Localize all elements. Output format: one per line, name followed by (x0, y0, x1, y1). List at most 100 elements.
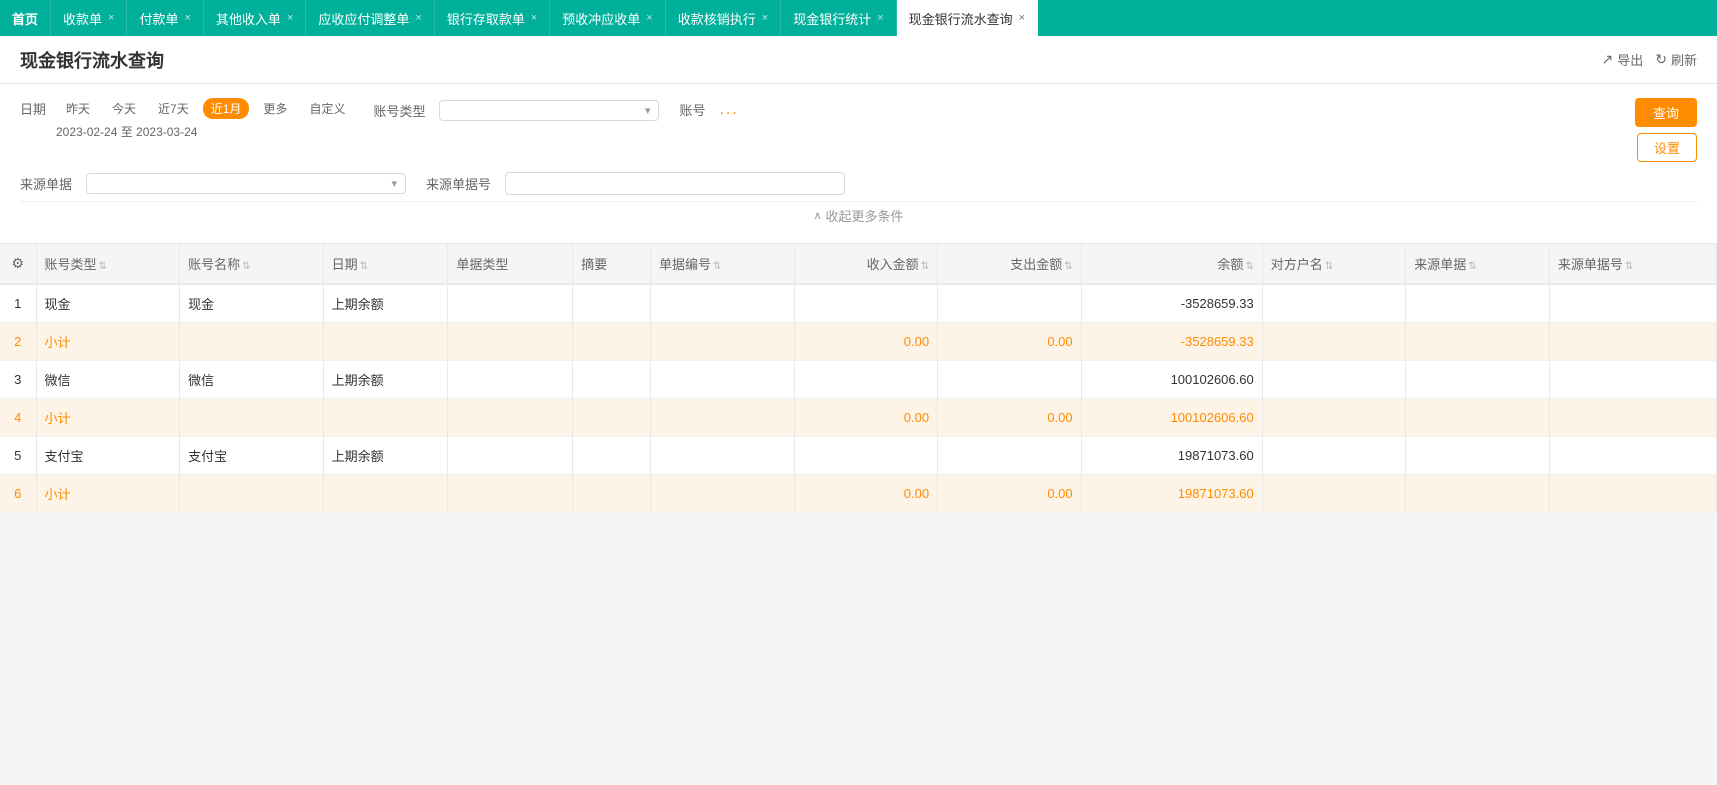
cell-doc-type (448, 399, 573, 437)
nav-tab-receipt[interactable]: 收款单 × (51, 0, 127, 36)
th-counterparty[interactable]: 对方户名⇅ (1262, 244, 1406, 284)
cell-source-doc-no (1549, 437, 1716, 475)
nav-label: 付款单 (139, 9, 178, 28)
cell-expense (938, 361, 1082, 399)
close-icon[interactable]: × (877, 12, 883, 24)
cell-summary (573, 361, 651, 399)
cell-source-doc (1406, 399, 1550, 437)
cell-balance: 19871073.60 (1081, 475, 1262, 513)
settings-button[interactable]: 设置 (1637, 133, 1697, 162)
cell-source-doc (1406, 361, 1550, 399)
nav-tab-bank-deposit[interactable]: 银行存取款单 × (435, 0, 550, 36)
nav-label: 银行存取款单 (447, 9, 525, 28)
cell-doc-no (650, 399, 794, 437)
th-balance[interactable]: 余额⇅ (1081, 244, 1262, 284)
date-opt-yesterday[interactable]: 昨天 (58, 98, 98, 119)
cell-account-type: 小计 (36, 399, 180, 437)
cell-source-doc-no (1549, 323, 1716, 361)
cell-expense: 0.00 (938, 475, 1082, 513)
close-icon[interactable]: × (762, 12, 768, 24)
cell-summary (573, 475, 651, 513)
th-account-name[interactable]: 账号名称⇅ (180, 244, 324, 284)
cell-account-type: 现金 (36, 284, 180, 323)
close-icon[interactable]: × (287, 12, 293, 24)
cell-source-doc (1406, 323, 1550, 361)
th-expense[interactable]: 支出金额⇅ (938, 244, 1082, 284)
th-settings: ⚙ (0, 244, 36, 284)
export-label: 导出 (1617, 50, 1643, 69)
date-opt-today[interactable]: 今天 (104, 98, 144, 119)
th-doc-type[interactable]: 单据类型 (448, 244, 573, 284)
close-icon[interactable]: × (108, 12, 114, 24)
row-number: 3 (0, 361, 36, 399)
close-icon[interactable]: × (415, 12, 421, 24)
cell-income (794, 284, 938, 323)
nav-label: 现金银行统计 (793, 9, 871, 28)
th-account-type[interactable]: 账号类型⇅ (36, 244, 180, 284)
data-table: ⚙ 账号类型⇅ 账号名称⇅ 日期⇅ 单据类型 摘要 单据编号⇅ (0, 244, 1717, 513)
page-title: 现金银行流水查询 (20, 47, 164, 73)
nav-tab-stats[interactable]: 现金银行统计 × (781, 0, 896, 36)
cell-account-name (180, 323, 324, 361)
nav-tab-other-income[interactable]: 其他收入单 × (204, 0, 306, 36)
close-icon[interactable]: × (646, 12, 652, 24)
nav-tab-payment[interactable]: 付款单 × (127, 0, 203, 36)
query-button[interactable]: 查询 (1635, 98, 1697, 127)
nav-tab-writeoff[interactable]: 收款核销执行 × (666, 0, 781, 36)
gear-icon[interactable]: ⚙ (11, 255, 24, 271)
table-header-row: ⚙ 账号类型⇅ 账号名称⇅ 日期⇅ 单据类型 摘要 单据编号⇅ (0, 244, 1717, 284)
cell-summary (573, 399, 651, 437)
cell-date (323, 475, 448, 513)
date-opt-1month[interactable]: 近1月 (203, 98, 250, 119)
account-more-icon[interactable]: ... (719, 101, 738, 119)
sort-icon: ⇅ (713, 261, 721, 272)
date-opt-custom[interactable]: 自定义 (301, 98, 353, 119)
th-doc-no[interactable]: 单据编号⇅ (650, 244, 794, 284)
close-icon[interactable]: × (531, 12, 537, 24)
nav-home[interactable]: 首页 (0, 0, 51, 36)
source-doc-select[interactable]: ▾ (86, 173, 406, 194)
cell-doc-no (650, 437, 794, 475)
close-icon[interactable]: × (1019, 12, 1025, 24)
header-actions: ↗ 导出 ↻ 刷新 (1602, 50, 1698, 69)
collapse-button[interactable]: ∧ 收起更多条件 (20, 201, 1697, 229)
sort-icon: ⇅ (921, 261, 929, 272)
account-type-label: 账号类型 (373, 101, 425, 120)
th-source-doc[interactable]: 来源单据⇅ (1406, 244, 1550, 284)
cell-doc-no (650, 361, 794, 399)
collapse-label: 收起更多条件 (826, 206, 904, 225)
table-row: 6小计0.000.0019871073.60 (0, 475, 1717, 513)
cell-doc-no (650, 284, 794, 323)
row-number: 6 (0, 475, 36, 513)
cell-date (323, 323, 448, 361)
cell-income: 0.00 (794, 323, 938, 361)
cell-date: 上期余额 (323, 284, 448, 323)
cell-balance: 100102606.60 (1081, 399, 1262, 437)
account-type-select[interactable]: ▾ (439, 100, 659, 121)
date-opt-more[interactable]: 更多 (255, 98, 295, 119)
cell-counterparty (1262, 323, 1406, 361)
cell-date: 上期余额 (323, 361, 448, 399)
cell-income (794, 361, 938, 399)
th-income[interactable]: 收入金额⇅ (794, 244, 938, 284)
th-date[interactable]: 日期⇅ (323, 244, 448, 284)
cell-account-name: 微信 (180, 361, 324, 399)
cell-income (794, 437, 938, 475)
th-source-doc-no[interactable]: 来源单据号⇅ (1549, 244, 1716, 284)
export-button[interactable]: ↗ 导出 (1602, 50, 1644, 69)
nav-home-label: 首页 (12, 9, 38, 28)
nav-tab-adjust[interactable]: 应收应付调整单 × (306, 0, 434, 36)
cell-source-doc (1406, 475, 1550, 513)
date-options: 昨天 今天 近7天 近1月 更多 自定义 (58, 98, 353, 119)
close-icon[interactable]: × (184, 12, 190, 24)
nav-tab-flow-query[interactable]: 现金银行流水查询 × (897, 0, 1038, 36)
source-doc-no-input[interactable] (505, 172, 845, 195)
date-opt-7days[interactable]: 近7天 (150, 98, 197, 119)
nav-tab-prepay[interactable]: 预收冲应收单 × (550, 0, 665, 36)
cell-counterparty (1262, 437, 1406, 475)
source-doc-no-label: 来源单据号 (426, 174, 491, 193)
table-body: 1现金现金上期余额-3528659.332小计0.000.00-3528659.… (0, 284, 1717, 513)
cell-account-name: 支付宝 (180, 437, 324, 475)
nav-label: 预收冲应收单 (562, 9, 640, 28)
refresh-button[interactable]: ↻ 刷新 (1655, 50, 1697, 69)
